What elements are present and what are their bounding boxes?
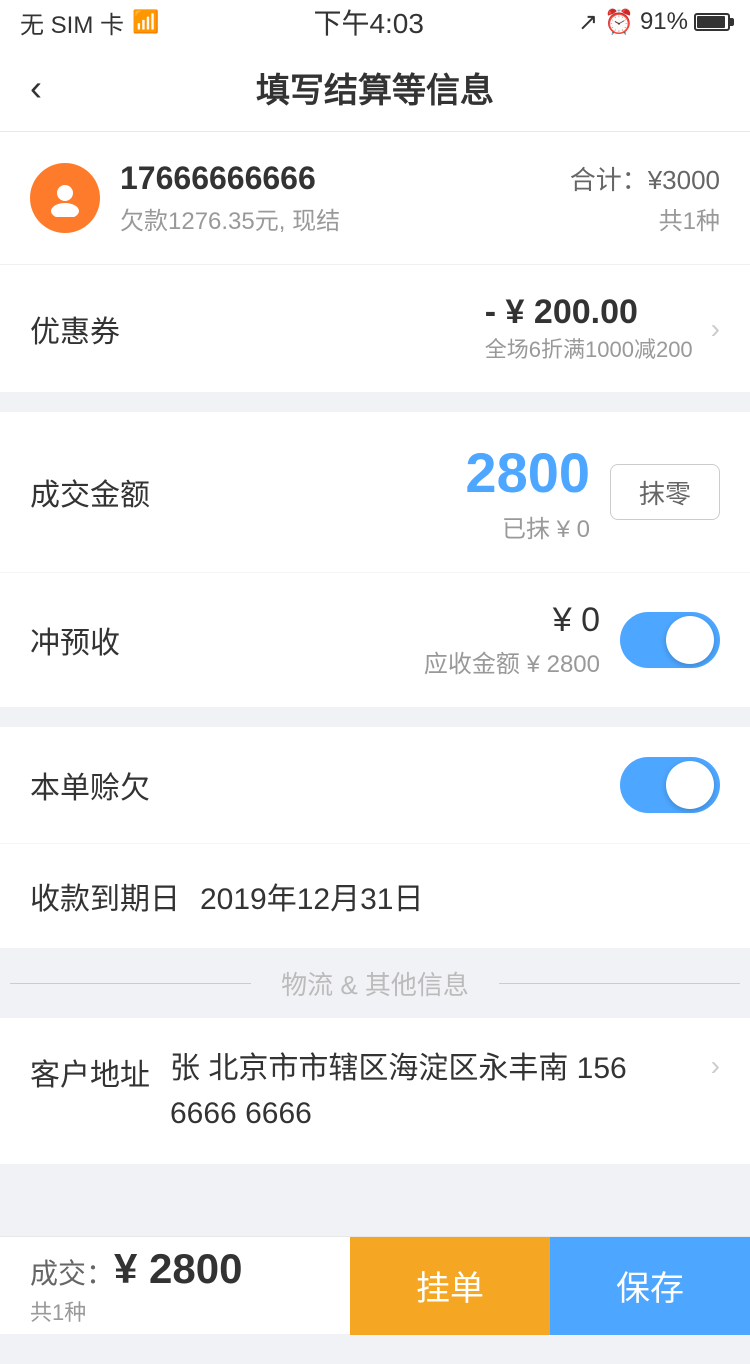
precharge-label: 冲预收 [30, 618, 120, 662]
user-left: 17666666666 欠款1276.35元, 现结 [30, 160, 340, 236]
nav-bar: ‹ 填写结算等信息 [0, 44, 750, 132]
coupon-desc: 全场6折满1000减200 [485, 332, 693, 364]
deal-sub: 已抹 ¥ 0 [465, 509, 590, 544]
user-card: 17666666666 欠款1276.35元, 现结 合计：¥3000 共1种 [0, 132, 750, 264]
user-debt: 欠款1276.35元, 现结 [120, 201, 340, 236]
coupon-right: - ¥ 200.00 全场6折满1000减200 › [485, 293, 720, 364]
status-time: 下午4:03 [313, 2, 424, 42]
deal-label: 成交金额 [30, 470, 150, 514]
debt-row: 本单赊欠 [0, 727, 750, 843]
precharge-total: 应收金额 ¥ 2800 [424, 644, 600, 679]
precharge-toggle[interactable] [620, 612, 720, 668]
total-count: 共1种 [570, 201, 720, 236]
divider-line-left [10, 983, 251, 984]
sim-label: 无 SIM 卡 [20, 5, 124, 40]
bottom-bar: 成交：¥ 2800 共1种 挂单 保存 [0, 1236, 750, 1334]
battery-icon [694, 13, 730, 31]
pending-button[interactable]: 挂单 [350, 1237, 550, 1335]
save-button[interactable]: 保存 [550, 1237, 750, 1335]
total-amount: 合计：¥3000 [570, 160, 720, 197]
wifi-icon: 📶 [132, 9, 159, 35]
deal-amount-row: 成交金额 2800 已抹 ¥ 0 抹零 [0, 412, 750, 573]
battery-percent: 91% [640, 8, 688, 36]
precharge-right: ¥ 0 应收金额 ¥ 2800 [424, 601, 720, 679]
status-right: ↗ ⏰ 91% [578, 8, 730, 37]
page-title: 填写结算等信息 [256, 63, 494, 112]
avatar [30, 163, 100, 233]
location-icon: ↗ [578, 8, 598, 37]
bottom-deal-amount: ¥ 2800 [114, 1245, 242, 1292]
content: 17666666666 欠款1276.35元, 现结 合计：¥3000 共1种 … [0, 132, 750, 1364]
status-bar: 无 SIM 卡 📶 下午4:03 ↗ ⏰ 91% [0, 0, 750, 44]
divider-line-right [499, 983, 740, 984]
deal-right: 2800 已抹 ¥ 0 抹零 [465, 440, 720, 544]
alarm-icon: ⏰ [604, 8, 634, 37]
section-divider-2 [0, 707, 750, 727]
address-label: 客户地址 [30, 1046, 150, 1094]
debt-toggle-knob [666, 761, 714, 809]
section-divider-1 [0, 392, 750, 412]
debt-toggle[interactable] [620, 757, 720, 813]
address-section: 客户地址 张 北京市市辖区海淀区永丰南 156 6666 6666 › [0, 1018, 750, 1164]
coupon-chevron: › [711, 313, 720, 345]
coupon-label: 优惠券 [30, 307, 120, 351]
debt-section: 本单赊欠 收款到期日 2019年12月31日 [0, 727, 750, 948]
deal-amount-block: 2800 已抹 ¥ 0 [465, 440, 590, 544]
precharge-row: 冲预收 ¥ 0 应收金额 ¥ 2800 [0, 573, 750, 707]
debt-label: 本单赊欠 [30, 763, 150, 807]
user-total: 合计：¥3000 共1种 [570, 160, 720, 236]
precharge-amounts: ¥ 0 应收金额 ¥ 2800 [424, 601, 600, 679]
precharge-zero: ¥ 0 [424, 601, 600, 640]
status-left: 无 SIM 卡 📶 [20, 5, 159, 40]
address-chevron: › [711, 1050, 720, 1082]
toggle-knob [666, 616, 714, 664]
address-value: 张 北京市市辖区海淀区永丰南 156 6666 6666 [170, 1046, 701, 1136]
duedate-value: 2019年12月31日 [200, 874, 423, 918]
bottom-deal-line: 成交：¥ 2800 [30, 1245, 320, 1293]
form-section: 成交金额 2800 已抹 ¥ 0 抹零 冲预收 ¥ 0 应收金额 ¥ 2800 [0, 412, 750, 707]
user-phone: 17666666666 [120, 160, 340, 197]
round-zero-button[interactable]: 抹零 [610, 464, 720, 520]
logistics-divider: 物流 & 其他信息 [0, 948, 750, 1018]
coupon-row[interactable]: 优惠券 - ¥ 200.00 全场6折满1000减200 › [0, 264, 750, 392]
bottom-count: 共1种 [30, 1295, 320, 1327]
deal-amount: 2800 [465, 440, 590, 505]
user-info: 17666666666 欠款1276.35元, 现结 [120, 160, 340, 236]
duedate-label: 收款到期日 [30, 874, 180, 918]
coupon-discount: - ¥ 200.00 [485, 293, 693, 332]
duedate-row: 收款到期日 2019年12月31日 [0, 843, 750, 948]
bottom-deal-label: 成交： [30, 1258, 114, 1289]
address-row[interactable]: 客户地址 张 北京市市辖区海淀区永丰南 156 6666 6666 › [0, 1018, 750, 1164]
back-button[interactable]: ‹ [30, 67, 42, 109]
logistics-text: 物流 & 其他信息 [281, 965, 469, 1002]
bottom-summary: 成交：¥ 2800 共1种 [0, 1245, 350, 1327]
